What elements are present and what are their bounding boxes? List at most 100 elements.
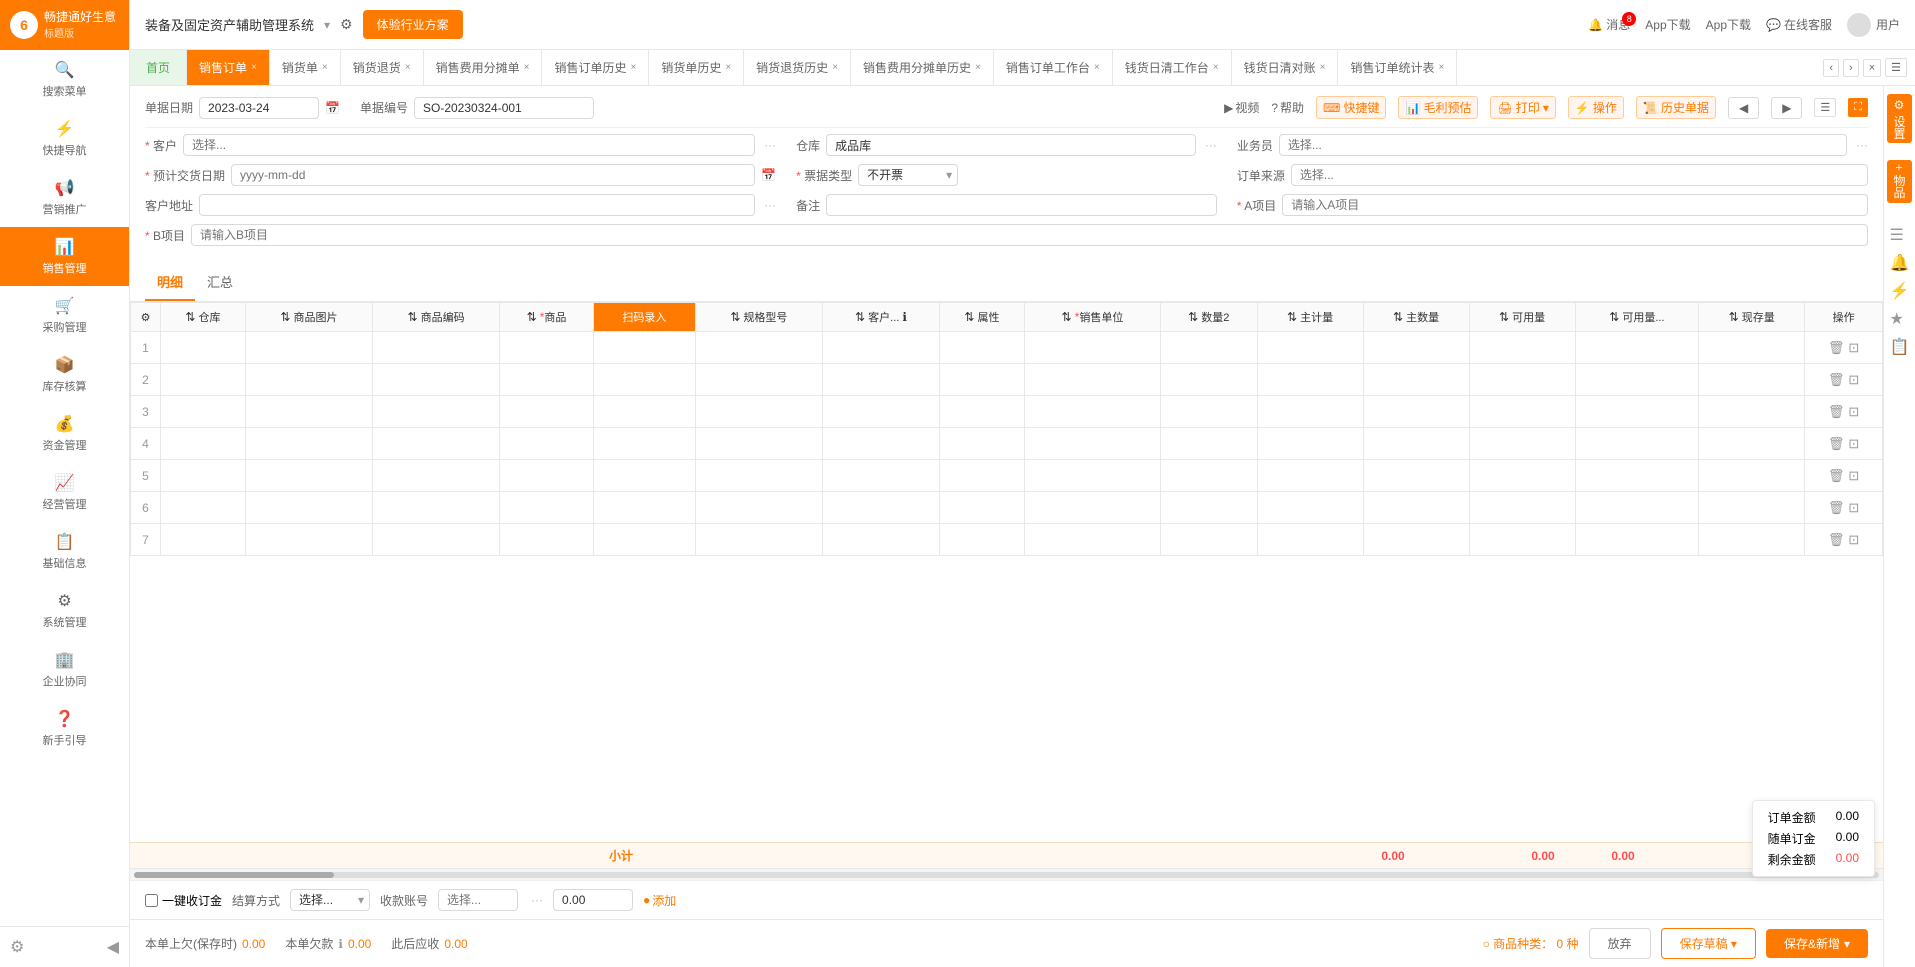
row-code[interactable] — [372, 332, 499, 364]
row-main-qty[interactable] — [1363, 524, 1469, 556]
row-main-qty[interactable] — [1363, 428, 1469, 460]
tab-menu-button[interactable]: ☰ — [1885, 58, 1907, 77]
tab-sales-return[interactable]: 销货退货 × — [341, 50, 424, 86]
row-cust-code[interactable] — [822, 524, 939, 556]
copy-row-button[interactable]: ⊡ — [1848, 468, 1859, 484]
fullscreen-button[interactable]: ⛶ — [1848, 98, 1868, 117]
tab-sales-expense[interactable]: 销售费用分摊单 × — [424, 50, 543, 86]
row-main-qty[interactable] — [1363, 332, 1469, 364]
row-spec[interactable] — [695, 364, 822, 396]
row-spec[interactable] — [695, 524, 822, 556]
row-attr[interactable] — [940, 492, 1025, 524]
row-warehouse[interactable] — [161, 332, 246, 364]
copy-row-button[interactable]: ⊡ — [1848, 532, 1859, 548]
right-panel-icon-4[interactable]: ★ — [1890, 309, 1910, 329]
customer-more-icon[interactable]: ··· — [764, 138, 776, 152]
row-warehouse[interactable] — [161, 492, 246, 524]
discard-button[interactable]: 放弃 — [1589, 928, 1651, 959]
col-scan-header[interactable]: 扫码录入 — [593, 303, 695, 332]
tab-close-icon[interactable]: × — [251, 62, 257, 73]
table-tab-detail[interactable]: 明细 — [145, 264, 195, 301]
row-cust-code[interactable] — [822, 332, 939, 364]
delete-row-button[interactable]: 🗑 — [1828, 532, 1845, 548]
row-name[interactable] — [500, 364, 594, 396]
row-main-qty[interactable] — [1363, 460, 1469, 492]
row-attr[interactable] — [940, 524, 1025, 556]
add-goods-panel-button[interactable]: + 物品 — [1887, 160, 1912, 202]
row-warehouse[interactable] — [161, 364, 246, 396]
right-panel-icon-1[interactable]: ☰ — [1890, 225, 1910, 245]
app-download-text[interactable]: App下载 — [1706, 16, 1751, 33]
prev-record-button[interactable]: ◀ — [1728, 97, 1759, 119]
number-input[interactable] — [414, 97, 594, 119]
calendar-icon[interactable]: 📅 — [325, 101, 340, 115]
view-mode-button[interactable]: ☰ — [1814, 98, 1836, 117]
row-warehouse[interactable] — [161, 396, 246, 428]
row-cust-code[interactable] — [822, 364, 939, 396]
payment-method-select[interactable]: 选择... — [290, 889, 370, 911]
row-qty2[interactable] — [1160, 460, 1257, 492]
row-op[interactable]: 🗑⊡ — [1805, 492, 1883, 524]
scrollbar-thumb[interactable] — [134, 872, 334, 878]
delete-row-button[interactable]: 🗑 — [1828, 404, 1845, 420]
col-avail2-header[interactable]: ⇅ 可用量... — [1575, 303, 1699, 332]
row-cust-code[interactable] — [822, 396, 939, 428]
delete-row-button[interactable]: 🗑 — [1828, 500, 1845, 516]
row-scan[interactable] — [593, 332, 695, 364]
online-support-link[interactable]: 💬 在线客服 — [1766, 16, 1832, 33]
tab-close-icon[interactable]: × — [1094, 62, 1100, 73]
tab-sales-invoice[interactable]: 销货单 × — [270, 50, 341, 86]
sidebar-settings-icon[interactable]: ⚙ — [10, 937, 24, 957]
copy-row-button[interactable]: ⊡ — [1848, 372, 1859, 388]
sidebar-item-system[interactable]: ⚙ 系统管理 — [0, 581, 129, 640]
row-name[interactable] — [500, 524, 594, 556]
row-attr[interactable] — [940, 428, 1025, 460]
print-link[interactable]: 🖨 打印 ▾ — [1490, 96, 1555, 119]
sidebar-collapse-icon[interactable]: ◀ — [107, 937, 119, 957]
delivery-input[interactable] — [231, 164, 755, 186]
date-input[interactable] — [199, 97, 319, 119]
tab-close-icon[interactable]: × — [975, 62, 981, 73]
tab-daily-workbench[interactable]: 钱货日清工作台 × — [1113, 50, 1232, 86]
row-op[interactable]: 🗑⊡ — [1805, 364, 1883, 396]
save-new-button[interactable]: 保存&新增 ▾ — [1766, 929, 1868, 958]
row-attr[interactable] — [940, 396, 1025, 428]
table-tab-summary[interactable]: 汇总 — [195, 264, 245, 301]
col-image-header[interactable]: ⇅ 商品图片 — [245, 303, 372, 332]
row-code[interactable] — [372, 396, 499, 428]
tab-home[interactable]: 首页 — [130, 50, 187, 86]
tab-close-all-button[interactable]: × — [1863, 59, 1881, 77]
row-scan[interactable] — [593, 524, 695, 556]
row-unit[interactable] — [1024, 364, 1160, 396]
row-scan[interactable] — [593, 364, 695, 396]
help-link[interactable]: ? 帮助 — [1271, 99, 1304, 116]
tab-prev-button[interactable]: ‹ — [1823, 59, 1839, 77]
row-cust-code[interactable] — [822, 492, 939, 524]
app-download-link[interactable]: App下载 — [1645, 16, 1690, 33]
account-more-icon[interactable]: ··· — [531, 893, 543, 907]
row-name[interactable] — [500, 396, 594, 428]
col-main-qty-header[interactable]: ⇅ 主数量 — [1363, 303, 1469, 332]
row-op[interactable]: 🗑⊡ — [1805, 428, 1883, 460]
right-panel-icon-3[interactable]: ⚡ — [1890, 281, 1910, 301]
delete-row-button[interactable]: 🗑 — [1828, 372, 1845, 388]
copy-row-button[interactable]: ⊡ — [1848, 404, 1859, 420]
tab-expense-history[interactable]: 销售费用分摊单历史 × — [851, 50, 994, 86]
amount-input[interactable] — [553, 889, 633, 911]
horizontal-scrollbar[interactable] — [130, 868, 1883, 880]
row-warehouse[interactable] — [161, 460, 246, 492]
col-unit-header[interactable]: ⇅ *销售单位 — [1024, 303, 1160, 332]
industry-solution-button[interactable]: 体验行业方案 — [363, 10, 463, 39]
tab-sales-order-history[interactable]: 销售订单历史 × — [542, 50, 649, 86]
row-attr[interactable] — [940, 332, 1025, 364]
view-link[interactable]: ▶ 视频 — [1224, 99, 1259, 116]
row-main-qty[interactable] — [1363, 364, 1469, 396]
a-project-input[interactable] — [1282, 194, 1868, 216]
row-code[interactable] — [372, 524, 499, 556]
row-op[interactable]: 🗑⊡ — [1805, 396, 1883, 428]
row-attr[interactable] — [940, 364, 1025, 396]
row-name[interactable] — [500, 428, 594, 460]
col-customer-code-header[interactable]: ⇅ 客户... ℹ — [822, 303, 939, 332]
row-name[interactable] — [500, 492, 594, 524]
settings-panel-button[interactable]: ⚙ 设置 — [1887, 94, 1912, 143]
